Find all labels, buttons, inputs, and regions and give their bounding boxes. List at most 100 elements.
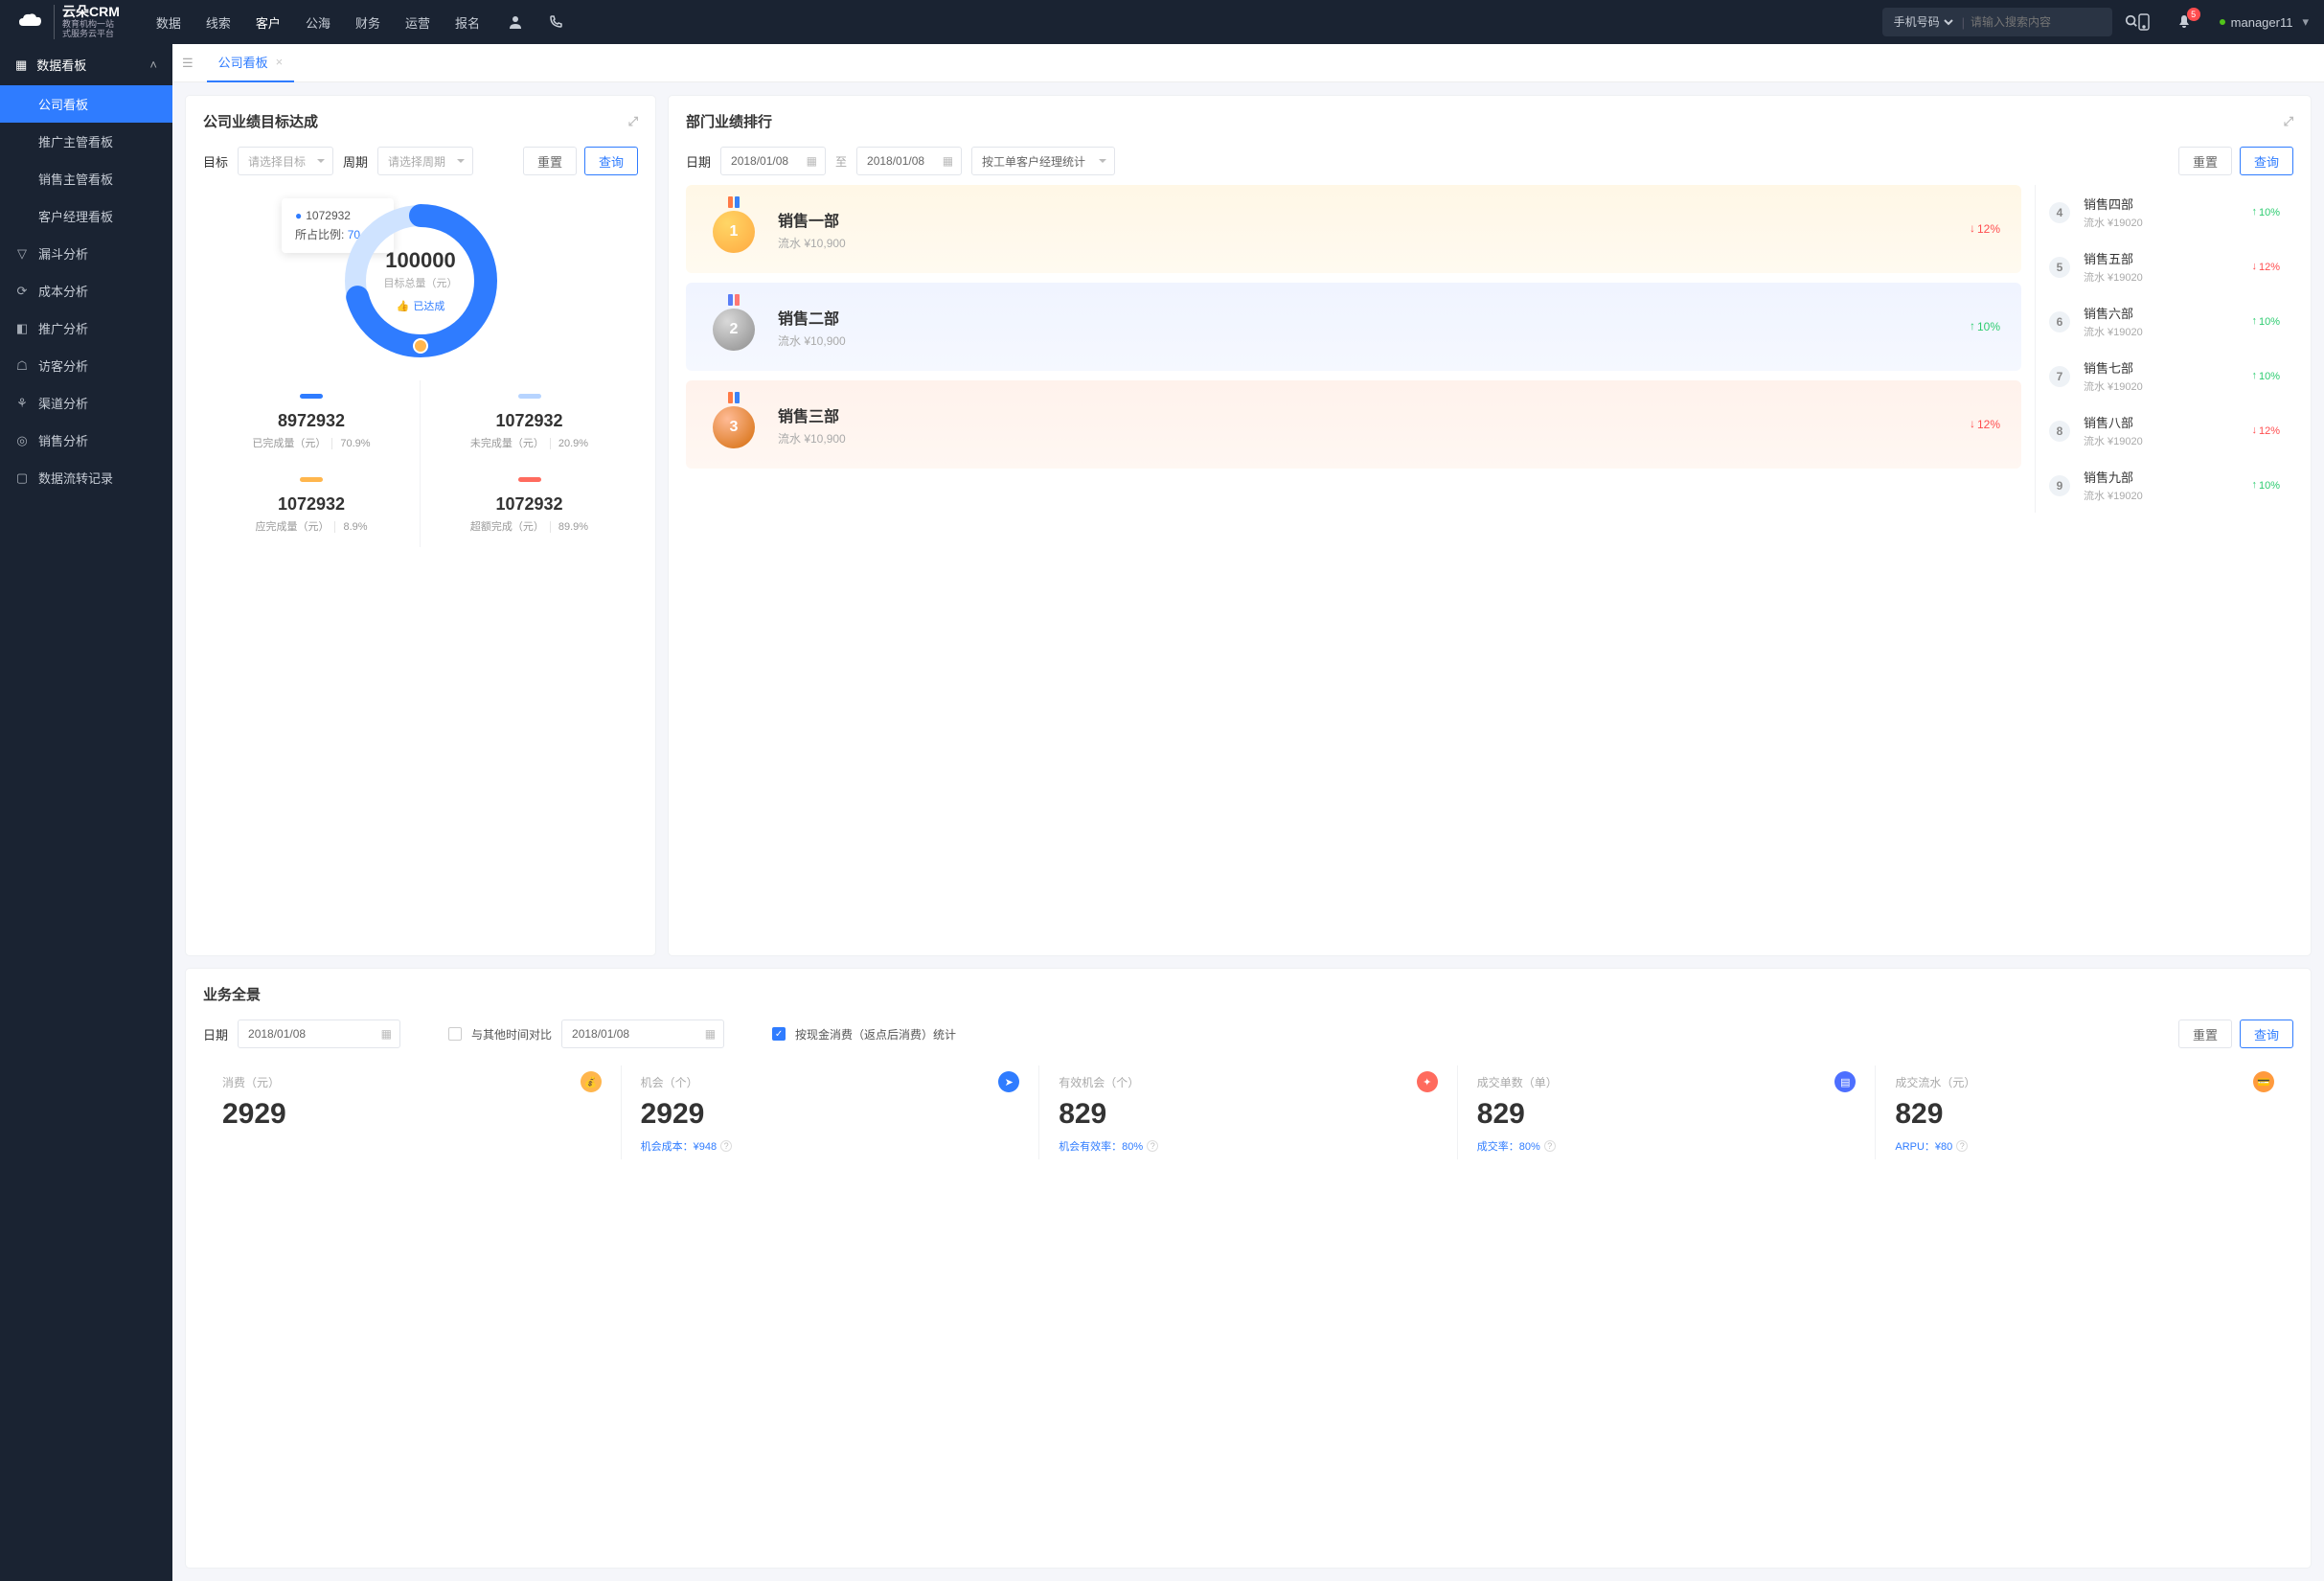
nav-ops[interactable]: 运营 [405,13,430,32]
dept-name: 销售五部 [2084,249,2143,267]
nav-finance[interactable]: 财务 [355,13,380,32]
logo-icon [15,11,46,34]
query-button[interactable]: 查询 [2240,147,2293,175]
rank-row[interactable]: 9 销售九部 流水 ¥19020 ↑10% [2036,458,2293,513]
tab-company-board[interactable]: 公司看板 × [207,44,295,82]
reset-button[interactable]: 重置 [2178,1020,2232,1048]
rank-row[interactable]: 8 销售八部 流水 ¥19020 ↓12% [2036,403,2293,458]
sidebar-item-company[interactable]: 公司看板 [0,85,172,123]
search-type-select[interactable]: 手机号码 [1890,14,1956,30]
sidebar-item-sales-mgr[interactable]: 销售主管看板 [0,160,172,197]
sidebar-item-label: 公司看板 [38,95,88,113]
user-menu[interactable]: manager11 ▾ [2220,14,2309,30]
kpi-header: 机会（个）➤ [641,1071,1020,1092]
help-icon[interactable]: ? [1544,1140,1556,1152]
chart-icon: ◧ [15,322,29,335]
compare-checkbox[interactable] [448,1027,462,1041]
period-select[interactable]: 请选择周期 [377,147,473,175]
help-icon[interactable]: ? [1956,1140,1968,1152]
donut-chart: 100000 目标总量（元） 👍已达成 [334,195,507,367]
sidebar-group-dashboard[interactable]: ▦ 数据看板 ˄ [0,44,172,85]
search-input[interactable] [1971,15,2119,29]
sidebar-item-label: 客户经理看板 [38,207,113,225]
metric-cell: 1072932 应完成量（元）8.9% [203,464,421,547]
podium[interactable]: 3 销售三部 流水 ¥10,900 ↓12% [686,380,2021,469]
date-input-1[interactable]: 2018/01/08▦ [238,1020,400,1048]
calendar-icon: ▦ [807,154,817,168]
sidebar-item-promotion-mgr[interactable]: 推广主管看板 [0,123,172,160]
metric-cell: 1072932 未完成量（元）20.9% [421,380,638,464]
achieved-tag: 👍已达成 [397,298,445,313]
calendar-icon: ▦ [381,1027,392,1041]
menu-toggle-icon[interactable]: ☰ [182,56,194,71]
help-icon[interactable]: ? [720,1140,732,1152]
expand-icon[interactable]: ⤢ [2284,114,2293,129]
date-to-input[interactable]: 2018/01/08▦ [856,147,962,175]
dept-name: 销售八部 [2084,413,2143,431]
metric-grid: 8972932 已完成量（元）70.9% 1072932 未完成量（元）20.9… [203,380,638,547]
tabbar: ☰ 公司看板 × [172,44,2324,82]
rank-row[interactable]: 4 销售四部 流水 ¥19020 ↑10% [2036,185,2293,240]
kpi-card: 有效机会（个）✦ 829机会有效率：80% ? [1039,1065,1458,1159]
donut-center-label: 目标总量（元） [384,275,458,290]
sidebar-item-visitor[interactable]: ☖访客分析 [0,347,172,384]
metric-value: 1072932 [207,494,416,515]
sidebar-item-sales[interactable]: ◎销售分析 [0,422,172,459]
target-placeholder: 请选择目标 [248,153,306,170]
rank-number: 9 [2049,475,2070,496]
period-label: 周期 [343,152,368,171]
nav-links: 数据 线索 客户 公海 财务 运营 报名 [156,13,480,32]
mobile-icon[interactable] [2135,13,2153,31]
search-box[interactable]: 手机号码 | [1882,8,2112,36]
phone-icon[interactable] [547,13,564,31]
kpi-row: 消费（元）💰 2929机会（个）➤ 2929机会成本：¥948 ?有效机会（个）… [203,1065,2293,1159]
rank-number: 7 [2049,366,2070,387]
nav-leads[interactable]: 线索 [206,13,231,32]
podium[interactable]: 2 销售二部 流水 ¥10,900 ↑10% [686,283,2021,371]
query-button[interactable]: 查询 [584,147,638,175]
bell-icon[interactable]: 5 [2176,13,2193,31]
metric-label: 未完成量（元）20.9% [424,435,634,450]
sidebar-item-funnel[interactable]: ▽漏斗分析 [0,235,172,272]
dept-flow: 流水 ¥10,900 [778,332,846,349]
kpi-value: 829 [1895,1098,2274,1131]
panorama-card: 业务全景 日期 2018/01/08▦ 与其他时间对比 2018/01/08▦ … [186,969,2311,1568]
metric-bar [300,394,323,399]
sidebar-item-promo[interactable]: ◧推广分析 [0,309,172,347]
nav-pool[interactable]: 公海 [306,13,330,32]
nav-enroll[interactable]: 报名 [455,13,480,32]
kpi-card: 成交流水（元）💳 829ARPU：¥80 ? [1876,1065,2293,1159]
sidebar-item-cost[interactable]: ⟳成本分析 [0,272,172,309]
nav-customers[interactable]: 客户 [256,13,281,32]
dept-flow: 流水 ¥19020 [2084,433,2143,448]
rank-row[interactable]: 7 销售七部 流水 ¥19020 ↑10% [2036,349,2293,403]
to-label: 至 [835,153,847,170]
kpi-card: 机会（个）➤ 2929机会成本：¥948 ? [622,1065,1040,1159]
rank-row[interactable]: 5 销售五部 流水 ¥19020 ↓12% [2036,240,2293,294]
close-icon[interactable]: × [276,55,284,69]
brand-sub2: 式服务云平台 [62,29,114,38]
sidebar-item-flow[interactable]: ▢数据流转记录 [0,459,172,496]
sidebar-item-account-mgr[interactable]: 客户经理看板 [0,197,172,235]
query-button[interactable]: 查询 [2240,1020,2293,1048]
user-icon[interactable] [507,13,524,31]
kpi-header: 成交单数（单）▤ [1477,1071,1857,1092]
help-icon[interactable]: ? [1147,1140,1158,1152]
target-select[interactable]: 请选择目标 [238,147,333,175]
rank-row[interactable]: 6 销售六部 流水 ¥19020 ↑10% [2036,294,2293,349]
reset-button[interactable]: 重置 [523,147,577,175]
cash-checkbox[interactable]: ✓ [772,1027,786,1041]
sidebar-item-channel[interactable]: ⚘渠道分析 [0,384,172,422]
nav-data[interactable]: 数据 [156,13,181,32]
dept-name: 销售七部 [2084,358,2143,377]
sidebar-item-label: 推广主管看板 [38,132,113,150]
reset-button[interactable]: 重置 [2178,147,2232,175]
metric-label: 超额完成（元）89.9% [424,518,634,534]
medal-icon: 1 [707,202,761,256]
date-input-2[interactable]: 2018/01/08▦ [561,1020,724,1048]
groupby-select[interactable]: 按工单客户经理统计 [971,147,1115,175]
date-from-input[interactable]: 2018/01/08▦ [720,147,826,175]
expand-icon[interactable]: ⤢ [628,114,638,129]
channel-icon: ⚘ [15,397,29,410]
podium[interactable]: 1 销售一部 流水 ¥10,900 ↓12% [686,185,2021,273]
